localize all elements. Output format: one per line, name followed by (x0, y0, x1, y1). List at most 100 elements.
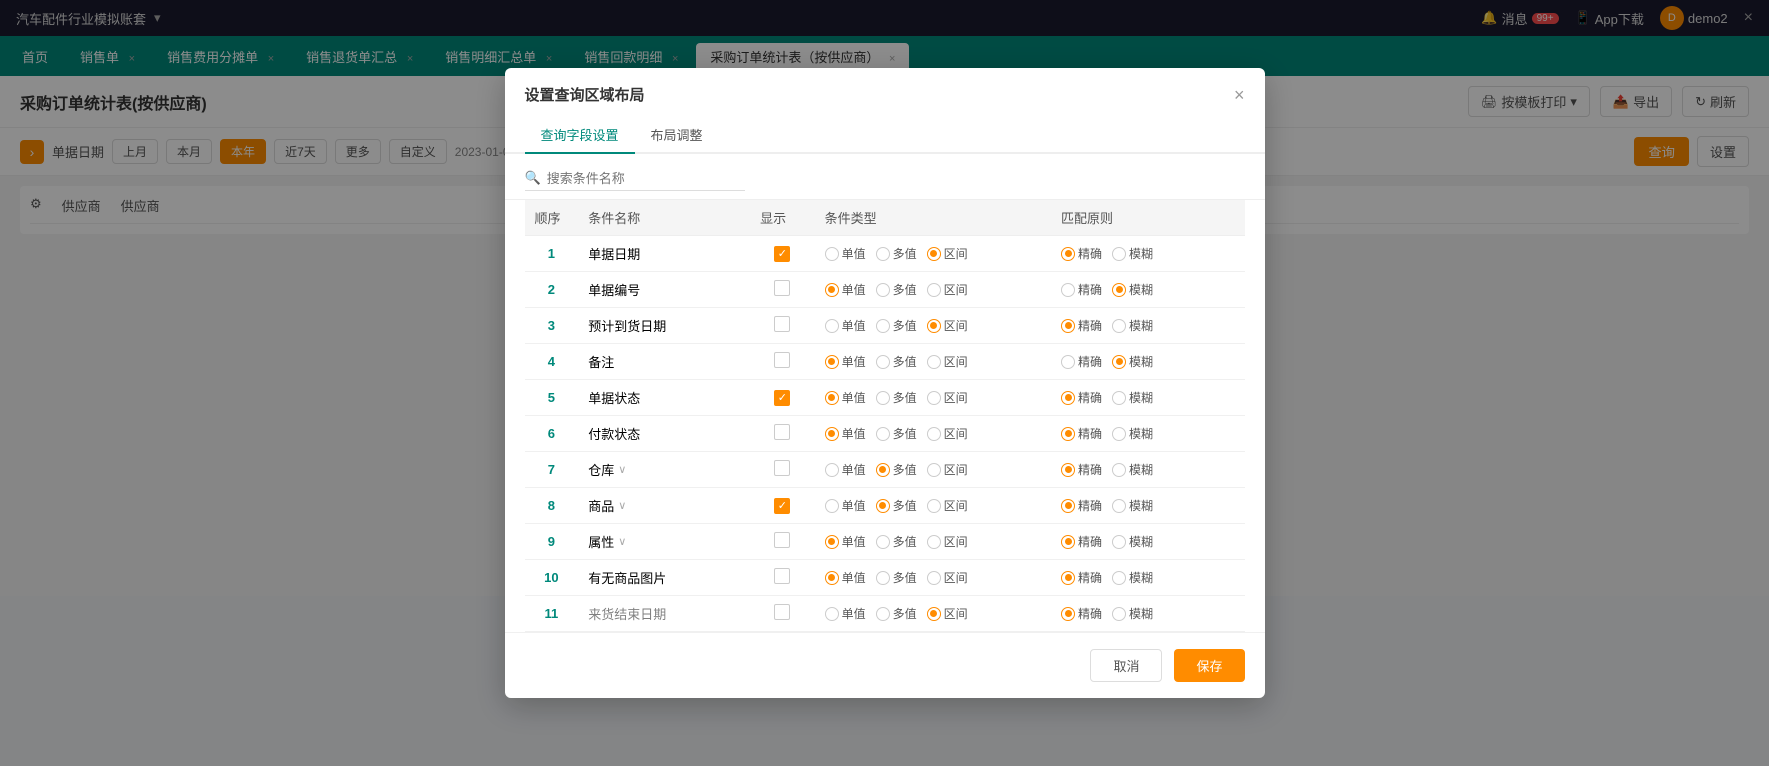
row-name: 单据状态 (578, 380, 750, 416)
row-seq: 1 (525, 236, 579, 272)
match-fuzzy-radio[interactable]: 模糊 (1112, 461, 1153, 478)
type-multi-radio[interactable]: 多值 (876, 461, 917, 478)
type-single-radio[interactable]: 单值 (825, 245, 866, 262)
type-range-radio[interactable]: 区间 (927, 533, 968, 550)
display-checkbox[interactable] (774, 460, 790, 476)
type-multi-radio[interactable]: 多值 (876, 281, 917, 298)
type-range-radio[interactable]: 区间 (927, 281, 968, 298)
type-multi-radio[interactable]: 多值 (876, 389, 917, 406)
display-checkbox[interactable] (774, 390, 790, 406)
match-exact-radio[interactable]: 精确 (1061, 317, 1102, 334)
type-multi-radio[interactable]: 多值 (876, 317, 917, 334)
match-fuzzy-radio[interactable]: 模糊 (1112, 245, 1153, 262)
dropdown-icon[interactable]: ∨ (618, 499, 626, 512)
row-display[interactable] (750, 308, 814, 344)
match-fuzzy-radio[interactable]: 模糊 (1112, 317, 1153, 334)
match-fuzzy-radio[interactable]: 模糊 (1112, 281, 1153, 298)
type-multi-radio[interactable]: 多值 (876, 605, 917, 622)
type-single-label: 单值 (842, 461, 866, 478)
match-exact-label: 精确 (1078, 281, 1102, 298)
match-fuzzy-label: 模糊 (1129, 281, 1153, 298)
table-row: 8商品 ∨ 单值 多值 区间 精确 模糊 (525, 488, 1245, 524)
match-fuzzy-radio[interactable]: 模糊 (1112, 353, 1153, 370)
match-fuzzy-radio[interactable]: 模糊 (1112, 497, 1153, 514)
display-checkbox[interactable] (774, 246, 790, 262)
match-fuzzy-radio[interactable]: 模糊 (1112, 533, 1153, 550)
cancel-button[interactable]: 取消 (1090, 649, 1162, 682)
row-display[interactable] (750, 236, 814, 272)
match-exact-radio[interactable]: 精确 (1061, 353, 1102, 370)
match-exact-radio[interactable]: 精确 (1061, 497, 1102, 514)
type-single-radio[interactable]: 单值 (825, 353, 866, 370)
type-single-radio[interactable]: 单值 (825, 389, 866, 406)
display-checkbox[interactable] (774, 280, 790, 296)
match-fuzzy-radio[interactable]: 模糊 (1112, 389, 1153, 406)
table-row: 1单据日期 单值 多值 区间 精确 模糊 (525, 236, 1245, 272)
type-range-radio[interactable]: 区间 (927, 389, 968, 406)
match-fuzzy-radio[interactable]: 模糊 (1112, 425, 1153, 442)
modal-tab-layout[interactable]: 布局调整 (635, 117, 719, 154)
type-range-radio[interactable]: 区间 (927, 605, 968, 622)
display-checkbox[interactable] (774, 424, 790, 440)
save-button[interactable]: 保存 (1174, 649, 1244, 682)
match-exact-radio[interactable]: 精确 (1061, 605, 1102, 622)
type-single-radio[interactable]: 单值 (825, 605, 866, 622)
row-display[interactable] (750, 452, 814, 488)
match-fuzzy-label: 模糊 (1129, 605, 1153, 622)
match-exact-radio[interactable]: 精确 (1061, 425, 1102, 442)
match-fuzzy-label: 模糊 (1129, 353, 1153, 370)
type-range-radio[interactable]: 区间 (927, 245, 968, 262)
type-multi-radio[interactable]: 多值 (876, 353, 917, 370)
modal-tab-query[interactable]: 查询字段设置 (525, 117, 635, 154)
display-checkbox[interactable] (774, 498, 790, 514)
match-exact-radio[interactable]: 精确 (1061, 281, 1102, 298)
row-display[interactable] (750, 524, 814, 560)
row-display[interactable] (750, 488, 814, 524)
type-single-radio[interactable]: 单值 (825, 533, 866, 550)
row-display[interactable] (750, 344, 814, 380)
type-single-radio[interactable]: 单值 (825, 317, 866, 334)
type-single-radio[interactable]: 单值 (825, 281, 866, 298)
type-multi-dot (876, 607, 890, 621)
type-range-label: 区间 (944, 425, 968, 442)
row-display[interactable] (750, 380, 814, 416)
display-checkbox[interactable] (774, 568, 790, 584)
type-multi-radio[interactable]: 多值 (876, 245, 917, 262)
match-exact-radio[interactable]: 精确 (1061, 461, 1102, 478)
type-single-radio[interactable]: 单值 (825, 497, 866, 514)
match-fuzzy-radio[interactable]: 模糊 (1112, 605, 1153, 622)
display-checkbox[interactable] (774, 352, 790, 368)
type-multi-radio[interactable]: 多值 (876, 425, 917, 442)
match-exact-radio[interactable]: 精确 (1061, 389, 1102, 406)
type-multi-radio[interactable]: 多值 (876, 497, 917, 514)
match-exact-radio[interactable]: 精确 (1061, 533, 1102, 550)
type-range-radio[interactable]: 区间 (927, 353, 968, 370)
type-range-radio[interactable]: 区间 (927, 569, 968, 586)
type-range-radio[interactable]: 区间 (927, 425, 968, 442)
modal-close-button[interactable]: × (1234, 86, 1245, 104)
dropdown-icon[interactable]: ∨ (618, 535, 626, 548)
search-input[interactable] (547, 171, 745, 186)
display-checkbox[interactable] (774, 316, 790, 332)
display-checkbox[interactable] (774, 532, 790, 548)
match-exact-radio[interactable]: 精确 (1061, 569, 1102, 586)
col-header-match: 匹配原则 (1051, 200, 1244, 236)
type-multi-radio[interactable]: 多值 (876, 533, 917, 550)
type-single-radio[interactable]: 单值 (825, 461, 866, 478)
type-single-radio[interactable]: 单值 (825, 425, 866, 442)
type-range-radio[interactable]: 区间 (927, 317, 968, 334)
type-range-label: 区间 (944, 461, 968, 478)
row-display[interactable] (750, 560, 814, 596)
match-fuzzy-radio[interactable]: 模糊 (1112, 569, 1153, 586)
type-range-radio[interactable]: 区间 (927, 497, 968, 514)
type-multi-radio[interactable]: 多值 (876, 569, 917, 586)
display-checkbox[interactable] (774, 604, 790, 620)
match-exact-radio[interactable]: 精确 (1061, 245, 1102, 262)
row-display[interactable] (750, 416, 814, 452)
dropdown-icon[interactable]: ∨ (618, 463, 626, 476)
row-display[interactable] (750, 596, 814, 632)
type-range-radio[interactable]: 区间 (927, 461, 968, 478)
table-row: 10有无商品图片 单值 多值 区间 精确 模糊 (525, 560, 1245, 596)
type-single-radio[interactable]: 单值 (825, 569, 866, 586)
row-display[interactable] (750, 272, 814, 308)
